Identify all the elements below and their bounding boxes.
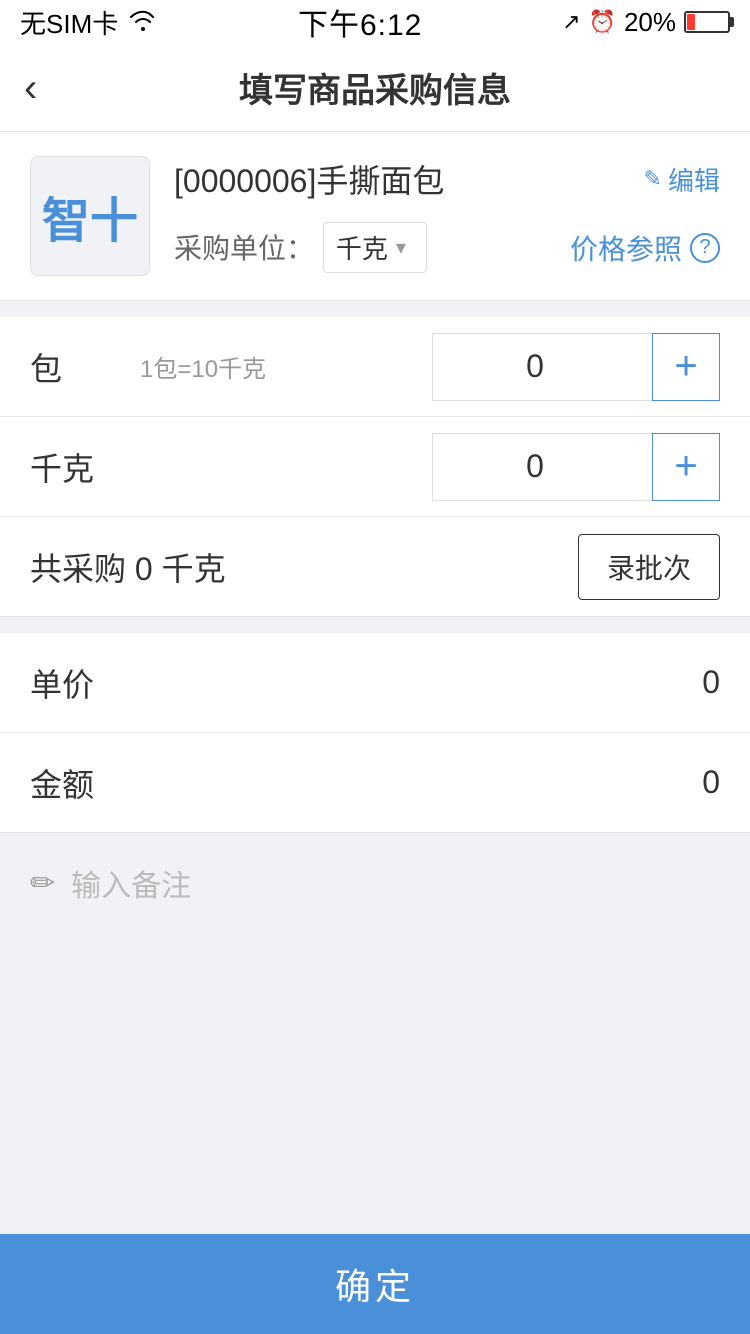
back-button[interactable]: ‹ xyxy=(24,68,37,108)
edit-label: 编辑 xyxy=(668,161,720,198)
price-ref-label: 价格参照 xyxy=(570,228,682,268)
battery-icon xyxy=(684,11,730,33)
kg-label: 千克 xyxy=(30,444,130,490)
unit-row: 采购单位： 千克 ▾ 价格参照 ? xyxy=(174,222,720,273)
amount-label: 金额 xyxy=(30,760,94,806)
chevron-down-icon: ▾ xyxy=(396,235,406,260)
kg-input-controls: + xyxy=(432,433,720,501)
product-info: [0000006]手撕面包 ✎ 编辑 采购单位： 千克 ▾ 价格参照 ? xyxy=(174,156,720,273)
amount-row: 金额 0 xyxy=(0,733,750,833)
page-content: 智十 [0000006]手撕面包 ✎ 编辑 采购单位： 千克 ▾ xyxy=(0,132,750,1333)
alarm-icon: ⏰ xyxy=(589,9,616,35)
summary-row: 共采购 0 千克 录批次 xyxy=(0,517,750,617)
unit-value: 千克 xyxy=(336,229,388,266)
bag-input-row: 包 1包=10千克 + xyxy=(0,317,750,417)
pencil-icon: ✏ xyxy=(30,866,55,901)
unit-price-label: 单价 xyxy=(30,660,94,706)
unit-label: 采购单位： xyxy=(174,233,314,264)
status-bar-left: 无SIM卡 xyxy=(20,4,158,41)
kg-input-row: 千克 + xyxy=(0,417,750,517)
product-logo: 智十 xyxy=(42,181,138,251)
confirm-button[interactable]: 确定 xyxy=(0,1234,750,1334)
product-card: 智十 [0000006]手撕面包 ✎ 编辑 采购单位： 千克 ▾ xyxy=(0,132,750,301)
kg-plus-button[interactable]: + xyxy=(652,433,720,501)
bag-sublabel: 1包=10千克 xyxy=(140,349,432,384)
section-divider-2 xyxy=(0,617,750,633)
bag-quantity-input[interactable] xyxy=(432,333,652,401)
unit-price-row: 单价 0 xyxy=(0,633,750,733)
bag-plus-button[interactable]: + xyxy=(652,333,720,401)
unit-select[interactable]: 千克 ▾ xyxy=(323,222,427,273)
status-bar: 无SIM卡 下午6:12 ↗ ⏰ 20% xyxy=(0,0,750,44)
bag-input-controls: + xyxy=(432,333,720,401)
status-bar-right: ↗ ⏰ 20% xyxy=(562,7,730,38)
edit-icon: ✎ xyxy=(644,166,662,192)
help-icon: ? xyxy=(690,233,720,263)
battery-fill xyxy=(687,14,695,30)
section-divider-1 xyxy=(0,301,750,317)
remark-placeholder: 输入备注 xyxy=(71,861,191,905)
battery-percent: 20% xyxy=(624,7,676,38)
price-section: 单价 0 金额 0 xyxy=(0,633,750,833)
product-name: [0000006]手撕面包 xyxy=(174,156,444,202)
product-name-row: [0000006]手撕面包 ✎ 编辑 xyxy=(174,156,720,202)
empty-space xyxy=(0,933,750,1233)
unit-label-container: 采购单位： 千克 ▾ xyxy=(174,222,427,273)
kg-quantity-input[interactable] xyxy=(432,433,652,501)
location-icon: ↗ xyxy=(562,9,580,35)
unit-price-value: 0 xyxy=(702,664,720,701)
summary-text: 共采购 0 千克 xyxy=(30,544,226,590)
page-title: 填写商品采购信息 xyxy=(239,63,511,112)
price-ref-button[interactable]: 价格参照 ? xyxy=(570,228,720,268)
product-image: 智十 xyxy=(30,156,150,276)
bag-label: 包 xyxy=(30,344,130,390)
amount-value: 0 xyxy=(702,764,720,801)
edit-button[interactable]: ✎ 编辑 xyxy=(644,161,720,198)
input-section: 包 1包=10千克 + 千克 + xyxy=(0,317,750,517)
carrier-label: 无SIM卡 xyxy=(20,4,118,41)
batch-button[interactable]: 录批次 xyxy=(578,534,720,600)
nav-bar: ‹ 填写商品采购信息 xyxy=(0,44,750,132)
remark-section[interactable]: ✏ 输入备注 xyxy=(0,833,750,933)
status-bar-time: 下午6:12 xyxy=(298,0,422,44)
wifi-icon xyxy=(128,7,158,38)
